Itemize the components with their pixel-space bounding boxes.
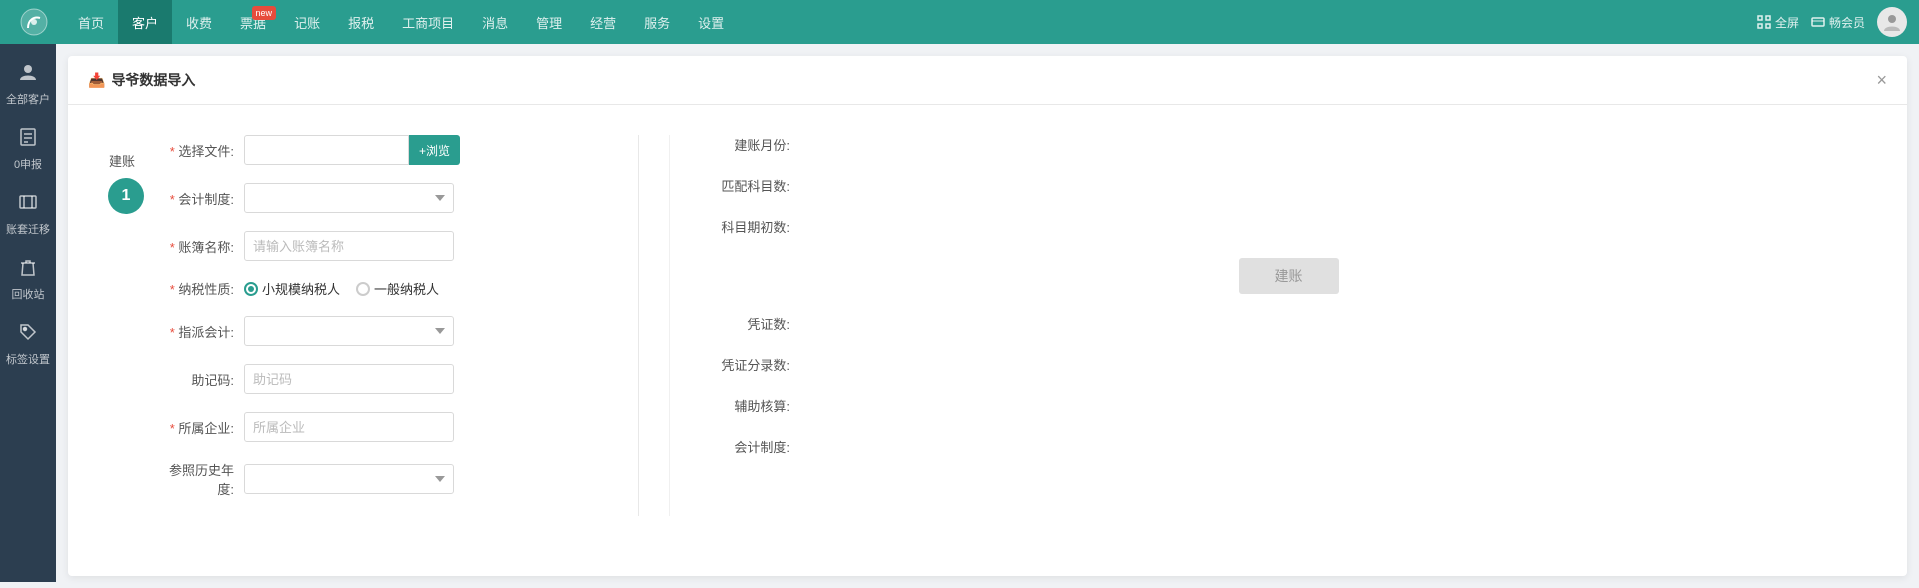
info-match-label: 匹配科目数: [710, 176, 800, 195]
company-label: 所属企业: [164, 418, 244, 437]
recycle-icon [18, 257, 38, 282]
accounting-select[interactable] [244, 183, 454, 213]
accountant-select[interactable] [244, 316, 454, 346]
info-auxiliary-row: 辅助核算: [710, 396, 1867, 415]
invoice-new-badge: new [252, 6, 277, 20]
history-row: 参照历史年度: [164, 460, 608, 498]
file-label: 选择文件: [164, 141, 244, 160]
memo-label: 助记码: [164, 370, 244, 389]
info-match-row: 匹配科目数: [710, 176, 1867, 195]
info-voucher-entries-row: 凭证分录数: [710, 355, 1867, 374]
company-row: 所属企业: [164, 412, 608, 442]
sidebar-item-declaration[interactable]: 0申报 [0, 117, 56, 182]
info-voucher-entries-label: 凭证分录数: [710, 355, 800, 374]
dialog-header: 📥 导爷数据导入 × [68, 56, 1907, 105]
step-badge: 1 [108, 178, 144, 214]
nav-finance[interactable]: 经营 [576, 0, 630, 44]
nav-service[interactable]: 服务 [630, 0, 684, 44]
sidebar-item-recycle[interactable]: 回收站 [0, 247, 56, 312]
dialog-body: 建账 1 选择文件: +浏览 [68, 105, 1907, 546]
tax-type-label: 纳税性质: [164, 279, 244, 298]
fullscreen-btn[interactable]: 全屏 [1757, 14, 1799, 31]
info-month-row: 建账月份: [710, 135, 1867, 154]
sidebar-item-all-customers[interactable]: 全部客户 [0, 52, 56, 117]
accounting-label: 会计制度: [164, 189, 244, 208]
tax-option2-radio[interactable] [356, 282, 370, 296]
nav-home[interactable]: 首页 [64, 0, 118, 44]
sidebar: 全部客户 0申报 账套迁移 [0, 44, 56, 582]
user-avatar[interactable] [1877, 7, 1907, 37]
nav-settings[interactable]: 设置 [684, 0, 738, 44]
nav-manage[interactable]: 管理 [522, 0, 576, 44]
info-voucher-row: 凭证数: [710, 314, 1867, 333]
history-select[interactable] [244, 464, 454, 494]
file-input[interactable] [244, 135, 409, 165]
accountant-row: 指派会计: [164, 316, 608, 346]
file-row: 选择文件: +浏览 [164, 135, 608, 165]
step-label: 建账 [109, 151, 135, 170]
section-divider [638, 135, 639, 516]
close-button[interactable]: × [1876, 71, 1887, 89]
form-area: 选择文件: +浏览 会计制度: [164, 135, 608, 516]
nav-bookkeeping[interactable]: 记账 [280, 0, 334, 44]
info-initial-row: 科目期初数: [710, 217, 1867, 236]
info-accounting-label: 会计制度: [710, 437, 800, 456]
sidebar-item-tag-settings[interactable]: 标签设置 [0, 312, 56, 377]
account-migration-icon [18, 192, 38, 217]
main-content: 📥 导爷数据导入 × 建账 1 选择文件: [56, 44, 1919, 588]
nav-billing[interactable]: 收费 [172, 0, 226, 44]
tax-option2-label[interactable]: 一般纳税人 [356, 279, 439, 298]
tag-settings-icon [18, 322, 38, 347]
declaration-icon [18, 127, 38, 152]
nav-invoice[interactable]: 票据 new [226, 0, 280, 44]
accounting-row: 会计制度: [164, 183, 608, 213]
build-account-button[interactable]: 建账 [1239, 258, 1339, 294]
dialog-title: 📥 导爷数据导入 [88, 70, 195, 90]
ledger-row: 账簿名称: [164, 231, 608, 261]
sidebar-item-account-migration[interactable]: 账套迁移 [0, 182, 56, 247]
dialog-card: 📥 导爷数据导入 × 建账 1 选择文件: [68, 56, 1907, 576]
nav-right-area: 全屏 畅会员 [1757, 7, 1907, 37]
tax-radio-group: 小规模纳税人 一般纳税人 [244, 279, 439, 298]
file-input-group: +浏览 [244, 135, 460, 165]
company-input[interactable] [244, 412, 454, 442]
browse-button[interactable]: +浏览 [409, 135, 460, 165]
tax-option1-label[interactable]: 小规模纳税人 [244, 279, 340, 298]
info-voucher-label: 凭证数: [710, 314, 800, 333]
nav-customer[interactable]: 客户 [118, 0, 172, 44]
info-auxiliary-label: 辅助核算: [710, 396, 800, 415]
nav-message[interactable]: 消息 [468, 0, 522, 44]
vip-btn[interactable]: 畅会员 [1811, 14, 1865, 31]
tax-type-row: 纳税性质: 小规模纳税人 一般纳税人 [164, 279, 608, 298]
tax-option1-radio[interactable] [244, 282, 258, 296]
ledger-input[interactable] [244, 231, 454, 261]
info-month-label: 建账月份: [710, 135, 800, 154]
nav-tax[interactable]: 报税 [334, 0, 388, 44]
ledger-label: 账簿名称: [164, 237, 244, 256]
nav-industrial[interactable]: 工商项目 [388, 0, 468, 44]
info-accounting-row: 会计制度: [710, 437, 1867, 456]
all-customers-icon [18, 62, 38, 87]
app-logo [12, 8, 56, 36]
step-section: 建账 1 选择文件: +浏览 [108, 135, 608, 516]
info-initial-label: 科目期初数: [710, 217, 800, 236]
accountant-label: 指派会计: [164, 322, 244, 341]
dialog-title-icon: 📥 [88, 72, 105, 89]
history-label: 参照历史年度: [164, 460, 244, 498]
top-nav: 首页 客户 收费 票据 new 记账 报税 工商项目 消息 管理 经营 服务 设… [0, 0, 1919, 44]
memo-row: 助记码: [164, 364, 608, 394]
info-section: 建账月份: 匹配科目数: 科目期初数: 建账 凭证数: [669, 135, 1867, 516]
memo-input[interactable] [244, 364, 454, 394]
